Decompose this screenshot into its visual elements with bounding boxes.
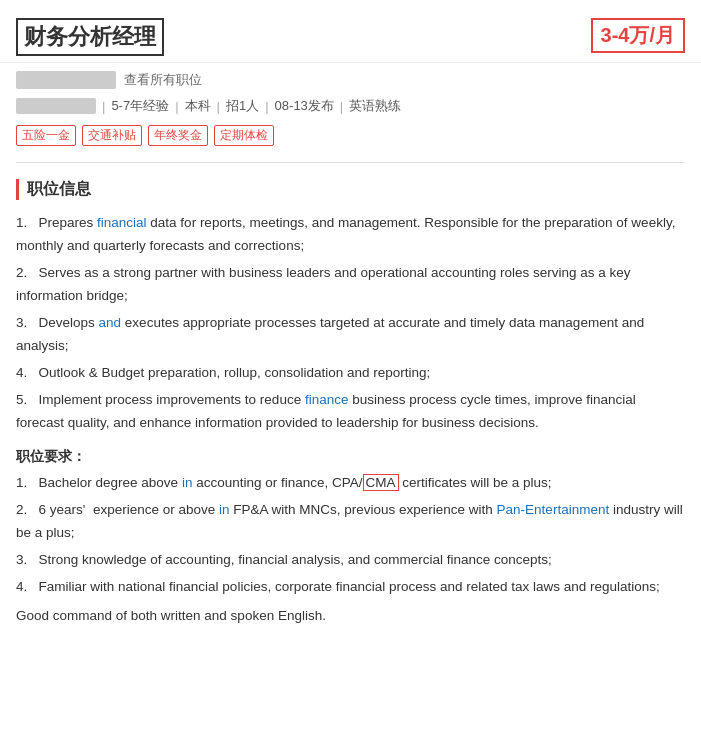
section-title: 职位信息 — [16, 179, 685, 200]
company-name-placeholder — [16, 98, 96, 114]
req-index-2: 2. — [16, 502, 35, 517]
req-index-4: 4. — [16, 579, 35, 594]
experience: 5-7年经验 — [111, 97, 169, 115]
req-item-3: 3. Strong knowledge of accounting, finan… — [16, 549, 685, 572]
cma-boxed: CMA — [363, 474, 399, 491]
index-5: 5. — [16, 392, 35, 407]
index-2: 2. — [16, 265, 35, 280]
company-row: 查看所有职位 — [0, 63, 701, 93]
req-item-4: 4. Familiar with national financial poli… — [16, 576, 685, 599]
job-item-4: 4. Outlook & Budget preparation, rollup,… — [16, 362, 685, 385]
req-list: 1. Bachelor degree above in accounting o… — [16, 472, 685, 599]
index-4: 4. — [16, 365, 35, 380]
tag-insurance: 五险一金 — [16, 125, 76, 146]
company-logo — [16, 71, 116, 89]
language: 英语熟练 — [349, 97, 401, 115]
job-item-5: 5. Implement process improvements to red… — [16, 389, 685, 435]
tag-transport: 交通补贴 — [82, 125, 142, 146]
index-1: 1. — [16, 215, 35, 230]
salary: 3-4万/月 — [591, 18, 685, 53]
req-item-1: 1. Bachelor degree above in accounting o… — [16, 472, 685, 495]
req-index-1: 1. — [16, 475, 35, 490]
publish-date: 08-13发布 — [275, 97, 334, 115]
job-title: 财务分析经理 — [16, 18, 164, 56]
index-3: 3. — [16, 315, 35, 330]
headcount: 招1人 — [226, 97, 259, 115]
tags-row: 五险一金 交通补贴 年终奖金 定期体检 — [0, 119, 701, 156]
req-label: 职位要求： — [16, 448, 685, 466]
job-item-3: 3. Develops and executes appropriate pro… — [16, 312, 685, 358]
meta-row: | 5-7年经验 | 本科 | 招1人 | 08-13发布 | 英语熟练 — [0, 93, 701, 119]
tag-health: 定期体检 — [214, 125, 274, 146]
job-info-section: 职位信息 1. Prepares financial data for repo… — [0, 169, 701, 638]
education: 本科 — [185, 97, 211, 115]
job-description: 1. Prepares financial data for reports, … — [16, 212, 685, 434]
tag-bonus: 年终奖金 — [148, 125, 208, 146]
job-item-2: 2. Serves as a strong partner with busin… — [16, 262, 685, 308]
job-item-1: 1. Prepares financial data for reports, … — [16, 212, 685, 258]
view-all-link[interactable]: 查看所有职位 — [124, 71, 202, 89]
footer-text: Good command of both written and spoken … — [16, 605, 685, 628]
req-index-3: 3. — [16, 552, 35, 567]
req-item-2: 2. 6 years' experience or above in FP&A … — [16, 499, 685, 545]
header: 财务分析经理 3-4万/月 — [0, 10, 701, 63]
divider — [16, 162, 685, 163]
